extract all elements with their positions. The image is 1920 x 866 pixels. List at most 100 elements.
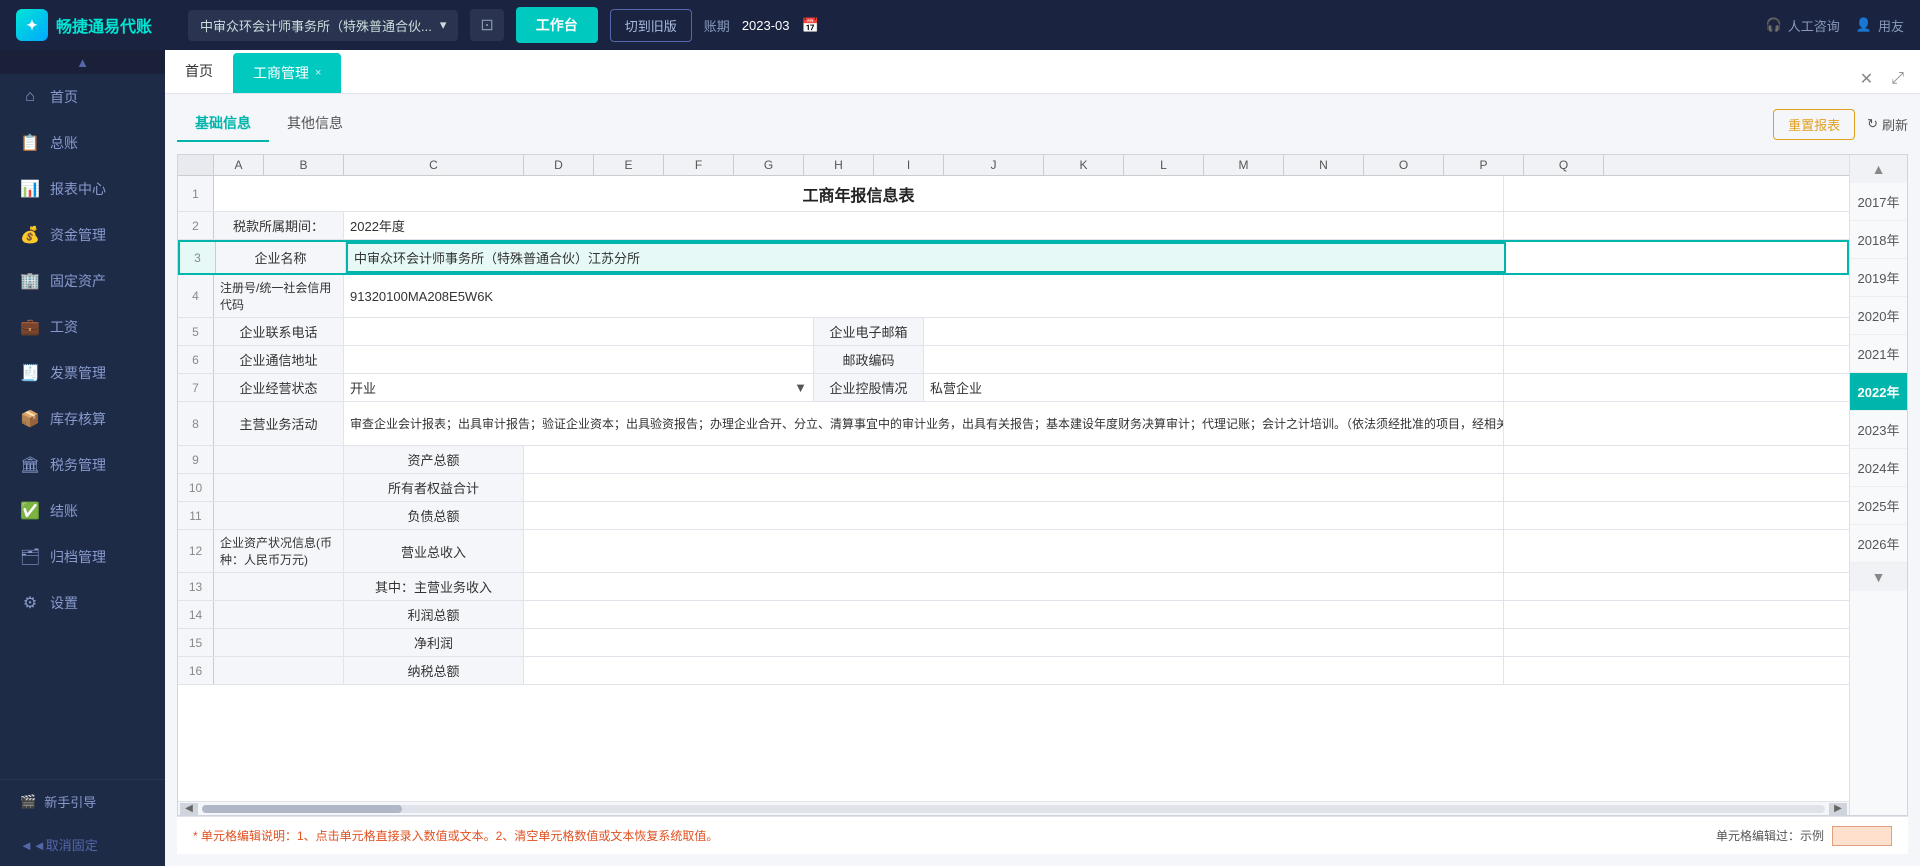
cell-14-label[interactable]: 利润总额 <box>344 601 524 628</box>
year-item-2025[interactable]: 2025年 <box>1850 487 1907 525</box>
sidebar-item-salary[interactable]: 💼 工资 <box>0 304 165 350</box>
cell-16-value[interactable] <box>524 657 1504 684</box>
col-header-e[interactable]: E <box>594 155 664 175</box>
refresh-button[interactable]: ↻ 刷新 <box>1867 115 1908 134</box>
cell-4-value[interactable]: 91320100MA208E5W6K <box>344 275 1504 317</box>
cell-12-label[interactable]: 营业总收入 <box>344 530 524 572</box>
col-header-b[interactable]: B <box>264 155 344 175</box>
cell-1-title[interactable]: 工商年报信息表 <box>214 176 1504 211</box>
cell-13-a[interactable] <box>214 573 344 600</box>
sidebar-item-home[interactable]: ⌂ 首页 <box>0 74 165 120</box>
h-scroll-thumb[interactable] <box>202 805 402 813</box>
cell-4-label[interactable]: 注册号/统一社会信用代码 <box>214 275 344 317</box>
sidebar-item-closing[interactable]: ✅ 结账 <box>0 488 165 534</box>
cell-11-a[interactable] <box>214 502 344 529</box>
col-header-c[interactable]: C <box>344 155 524 175</box>
cell-14-a[interactable] <box>214 601 344 628</box>
tab-close-btn[interactable]: ✕ <box>1856 65 1877 93</box>
cell-7-holding-label[interactable]: 企业控股情况 <box>814 374 924 401</box>
h-scroll-track[interactable] <box>202 805 1825 813</box>
spreadsheet-body[interactable]: 1 工商年报信息表 2 税款所属期间： 2022年度 3 企业名称 <box>178 176 1849 801</box>
cell-2-b[interactable]: 2022年度 <box>344 212 1504 239</box>
cell-7-label[interactable]: 企业经营状态 <box>214 374 344 401</box>
cell-13-label[interactable]: 其中：主营业务收入 <box>344 573 524 600</box>
cell-13-value[interactable] <box>524 573 1504 600</box>
cell-10-label[interactable]: 所有者权益合计 <box>344 474 524 501</box>
col-header-f[interactable]: F <box>664 155 734 175</box>
year-panel-up[interactable]: ▲ <box>1850 155 1907 183</box>
copy-icon-btn[interactable]: ⊡ <box>470 9 503 41</box>
cell-5-email-label[interactable]: 企业电子邮箱 <box>814 318 924 345</box>
sub-tab-other[interactable]: 其他信息 <box>269 106 361 142</box>
h-scrollbar[interactable]: ◀ ▶ <box>178 801 1849 815</box>
tab-industry[interactable]: 工商管理 × <box>233 53 341 93</box>
sidebar-scroll-up[interactable]: ▲ <box>0 50 165 74</box>
col-header-d[interactable]: D <box>524 155 594 175</box>
tab-close-icon[interactable]: × <box>315 67 321 79</box>
sidebar-item-report[interactable]: 📊 报表中心 <box>0 166 165 212</box>
sidebar-item-inventory[interactable]: 📦 库存核算 <box>0 396 165 442</box>
col-header-m[interactable]: M <box>1204 155 1284 175</box>
year-item-2021[interactable]: 2021年 <box>1850 335 1907 373</box>
cell-14-value[interactable] <box>524 601 1504 628</box>
cell-16-a[interactable] <box>214 657 344 684</box>
cell-6-zip[interactable] <box>924 346 1504 373</box>
sidebar-item-tax[interactable]: 🏛 税务管理 <box>0 442 165 488</box>
col-header-h[interactable]: H <box>804 155 874 175</box>
cell-16-label[interactable]: 纳税总额 <box>344 657 524 684</box>
cell-11-value[interactable] <box>524 502 1504 529</box>
calendar-icon[interactable]: 📅 <box>802 17 819 34</box>
cell-8-label[interactable]: 主营业务活动 <box>214 402 344 445</box>
tab-expand-btn[interactable]: ⤢ <box>1887 66 1908 92</box>
service-button[interactable]: 🎧 人工咨询 <box>1766 16 1840 35</box>
old-version-button[interactable]: 切到旧版 <box>610 9 692 42</box>
reset-report-button[interactable]: 重置报表 <box>1773 109 1855 140</box>
sub-tab-basic[interactable]: 基础信息 <box>177 106 269 142</box>
col-header-p[interactable]: P <box>1444 155 1524 175</box>
sidebar-item-assets[interactable]: 🏢 固定资产 <box>0 258 165 304</box>
col-header-n[interactable]: N <box>1284 155 1364 175</box>
col-header-l[interactable]: L <box>1124 155 1204 175</box>
year-item-2019[interactable]: 2019年 <box>1850 259 1907 297</box>
tab-home[interactable]: 首页 <box>165 51 233 93</box>
h-scroll-left-btn[interactable]: ◀ <box>180 803 198 815</box>
year-item-2020[interactable]: 2020年 <box>1850 297 1907 335</box>
company-selector[interactable]: 中审众环会计师事务所（特殊普通合伙... ▾ <box>188 10 458 41</box>
year-item-2026[interactable]: 2026年 <box>1850 525 1907 563</box>
sidebar-item-ledger[interactable]: 📋 总账 <box>0 120 165 166</box>
col-header-j[interactable]: J <box>944 155 1044 175</box>
cell-15-value[interactable] <box>524 629 1504 656</box>
col-header-q[interactable]: Q <box>1524 155 1604 175</box>
cell-10-a[interactable] <box>214 474 344 501</box>
cell-5-phone[interactable] <box>344 318 814 345</box>
cell-8-biz[interactable]: 审查企业会计报表；出具审计报告；验证企业资本；出具验资报告；办理企业合开、分立、… <box>344 402 1504 445</box>
unpin-item[interactable]: ◄◄取消固定 <box>0 823 165 866</box>
cell-12-value[interactable] <box>524 530 1504 572</box>
col-header-i[interactable]: I <box>874 155 944 175</box>
cell-5-label[interactable]: 企业联系电话 <box>214 318 344 345</box>
cell-10-value[interactable] <box>524 474 1504 501</box>
cell-6-label[interactable]: 企业通信地址 <box>214 346 344 373</box>
sidebar-item-invoice[interactable]: 🧾 发票管理 <box>0 350 165 396</box>
cell-6-zip-label[interactable]: 邮政编码 <box>814 346 924 373</box>
user-button[interactable]: 👤 用友 <box>1856 16 1904 35</box>
workbench-button[interactable]: 工作台 <box>516 7 598 43</box>
cell-3-value[interactable]: 中审众环会计师事务所（特殊普通合伙）江苏分所 <box>346 242 1506 273</box>
year-item-2022[interactable]: 2022年 <box>1850 373 1907 411</box>
sidebar-item-finance[interactable]: 💰 资金管理 <box>0 212 165 258</box>
year-item-2017[interactable]: 2017年 <box>1850 183 1907 221</box>
cell-7-status[interactable]: 开业 ▼ <box>344 374 814 401</box>
cell-6-addr[interactable] <box>344 346 814 373</box>
cell-12-group-label[interactable]: 企业资产状况信息(币种：人民币万元) <box>214 530 344 572</box>
cell-15-a[interactable] <box>214 629 344 656</box>
year-panel-down[interactable]: ▼ <box>1850 563 1907 591</box>
cell-9-value[interactable] <box>524 446 1504 473</box>
col-header-o[interactable]: O <box>1364 155 1444 175</box>
cell-15-label[interactable]: 净利润 <box>344 629 524 656</box>
new-guide-item[interactable]: 🎬 新手引导 <box>0 780 165 823</box>
year-item-2018[interactable]: 2018年 <box>1850 221 1907 259</box>
h-scroll-right-btn[interactable]: ▶ <box>1829 803 1847 815</box>
cell-9-a[interactable] <box>214 446 344 473</box>
col-header-g[interactable]: G <box>734 155 804 175</box>
year-item-2023[interactable]: 2023年 <box>1850 411 1907 449</box>
